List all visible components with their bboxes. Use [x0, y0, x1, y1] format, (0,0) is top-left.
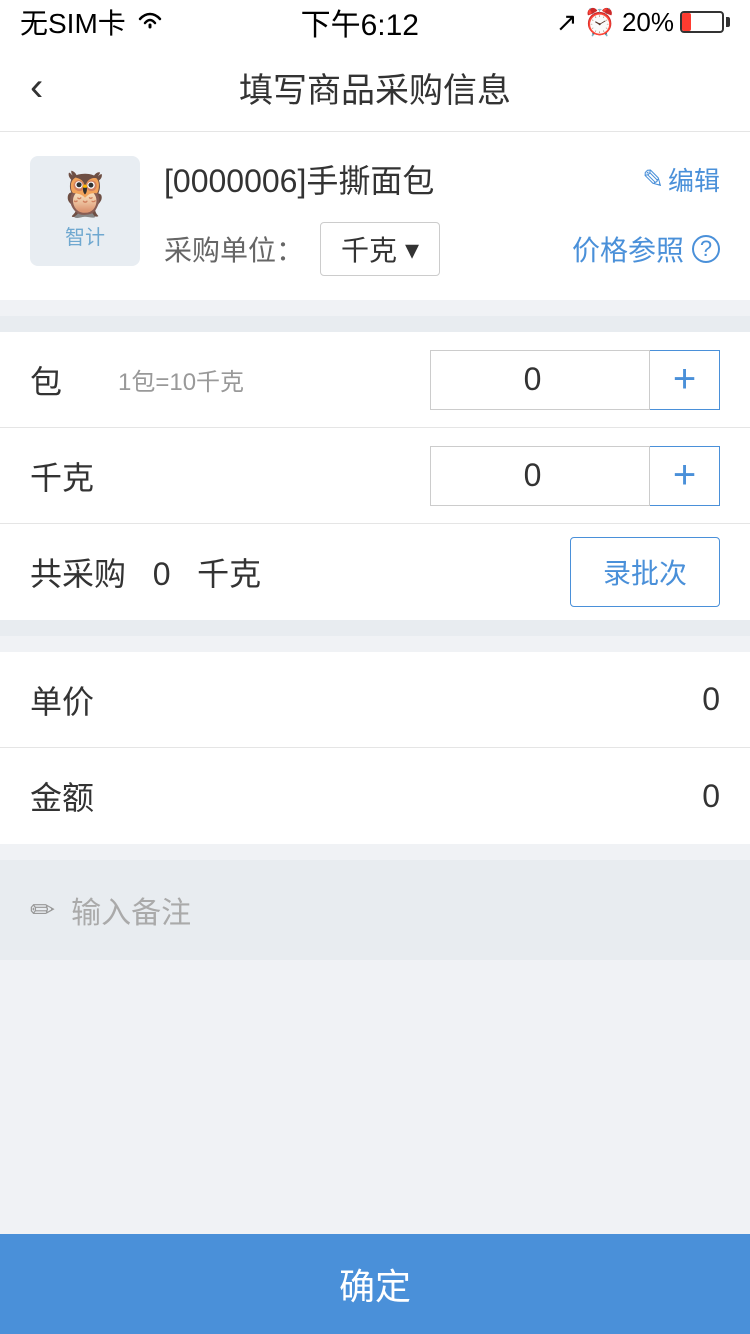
section-divider-1	[0, 316, 750, 332]
section-divider-2	[0, 620, 750, 636]
remark-placeholder: 输入备注	[71, 888, 191, 932]
back-button[interactable]: ‹	[30, 65, 90, 110]
kg-label: 千克	[30, 453, 110, 499]
unit-dropdown[interactable]: 千克 ▾	[320, 222, 440, 276]
product-name: [0000006]手撕面包	[164, 156, 434, 202]
price-ref-label: 价格参照	[572, 229, 684, 269]
dropdown-arrow-icon: ▾	[405, 233, 419, 266]
summary-prefix: 共采购	[30, 556, 126, 592]
batch-record-button[interactable]: 录批次	[570, 537, 720, 607]
remark-pencil-icon: ✏	[30, 893, 55, 928]
product-logo-icon: 🦉	[58, 173, 113, 217]
location-icon: ↗	[556, 7, 578, 38]
unit-value: 千克	[341, 229, 397, 269]
status-time: 下午6:12	[301, 0, 419, 44]
unit-price-row: 单价 0	[0, 652, 750, 748]
amount-label: 金额	[30, 773, 94, 819]
edit-icon: ✎	[642, 164, 664, 195]
summary-row: 共采购 0 千克 录批次	[0, 524, 750, 620]
confirm-button-label: 确定	[339, 1258, 411, 1310]
wifi-icon	[136, 6, 164, 38]
kg-plus-button[interactable]: +	[650, 446, 720, 506]
bag-qty-control: +	[430, 350, 720, 410]
product-card: 🦉 智计 [0000006]手撕面包 ✎ 编辑 采购单位： 千克 ▾ 价格参照 …	[0, 132, 750, 300]
kg-qty-input[interactable]	[430, 446, 650, 506]
summary-qty: 0	[153, 556, 171, 592]
amount-row: 金额 0	[0, 748, 750, 844]
battery-icon	[680, 11, 730, 33]
input-section: 包 1包=10千克 + 千克 + 共采购 0 千克 录批次	[0, 332, 750, 620]
kg-input-row: 千克 +	[0, 428, 750, 524]
bag-sub-label: 1包=10千克	[118, 362, 244, 397]
summary-unit: 千克	[197, 556, 261, 592]
unit-prefix-label: 采购单位：	[164, 229, 304, 269]
carrier-label: 无SIM卡	[20, 2, 126, 42]
amount-value: 0	[702, 778, 720, 815]
edit-label: 编辑	[668, 161, 720, 198]
remark-section[interactable]: ✏ 输入备注	[0, 860, 750, 960]
edit-button[interactable]: ✎ 编辑	[642, 161, 720, 198]
price-section: 单价 0 金额 0	[0, 652, 750, 844]
battery-pct: 20%	[622, 7, 674, 38]
nav-bar: ‹ 填写商品采购信息	[0, 44, 750, 132]
brand-label: 智计	[65, 221, 105, 250]
alarm-icon: ⏰	[584, 7, 616, 38]
unit-price-value: 0	[702, 681, 720, 718]
summary-text: 共采购 0 千克	[30, 549, 261, 595]
bag-input-row: 包 1包=10千克 +	[0, 332, 750, 428]
page-title: 填写商品采购信息	[239, 63, 511, 112]
kg-qty-control: +	[430, 446, 720, 506]
bottom-area	[0, 960, 750, 1240]
status-right: ↗ ⏰ 20%	[556, 7, 730, 38]
price-ref-button[interactable]: 价格参照 ?	[572, 229, 720, 269]
unit-price-label: 单价	[30, 677, 94, 723]
bag-plus-button[interactable]: +	[650, 350, 720, 410]
product-image: 🦉 智计	[30, 156, 140, 266]
price-ref-help-icon: ?	[692, 235, 720, 263]
status-left: 无SIM卡	[20, 2, 164, 42]
confirm-button[interactable]: 确定	[0, 1234, 750, 1334]
product-info: [0000006]手撕面包 ✎ 编辑 采购单位： 千克 ▾ 价格参照 ?	[164, 156, 720, 276]
bag-label: 包	[30, 357, 110, 403]
bag-qty-input[interactable]	[430, 350, 650, 410]
status-bar: 无SIM卡 下午6:12 ↗ ⏰ 20%	[0, 0, 750, 44]
